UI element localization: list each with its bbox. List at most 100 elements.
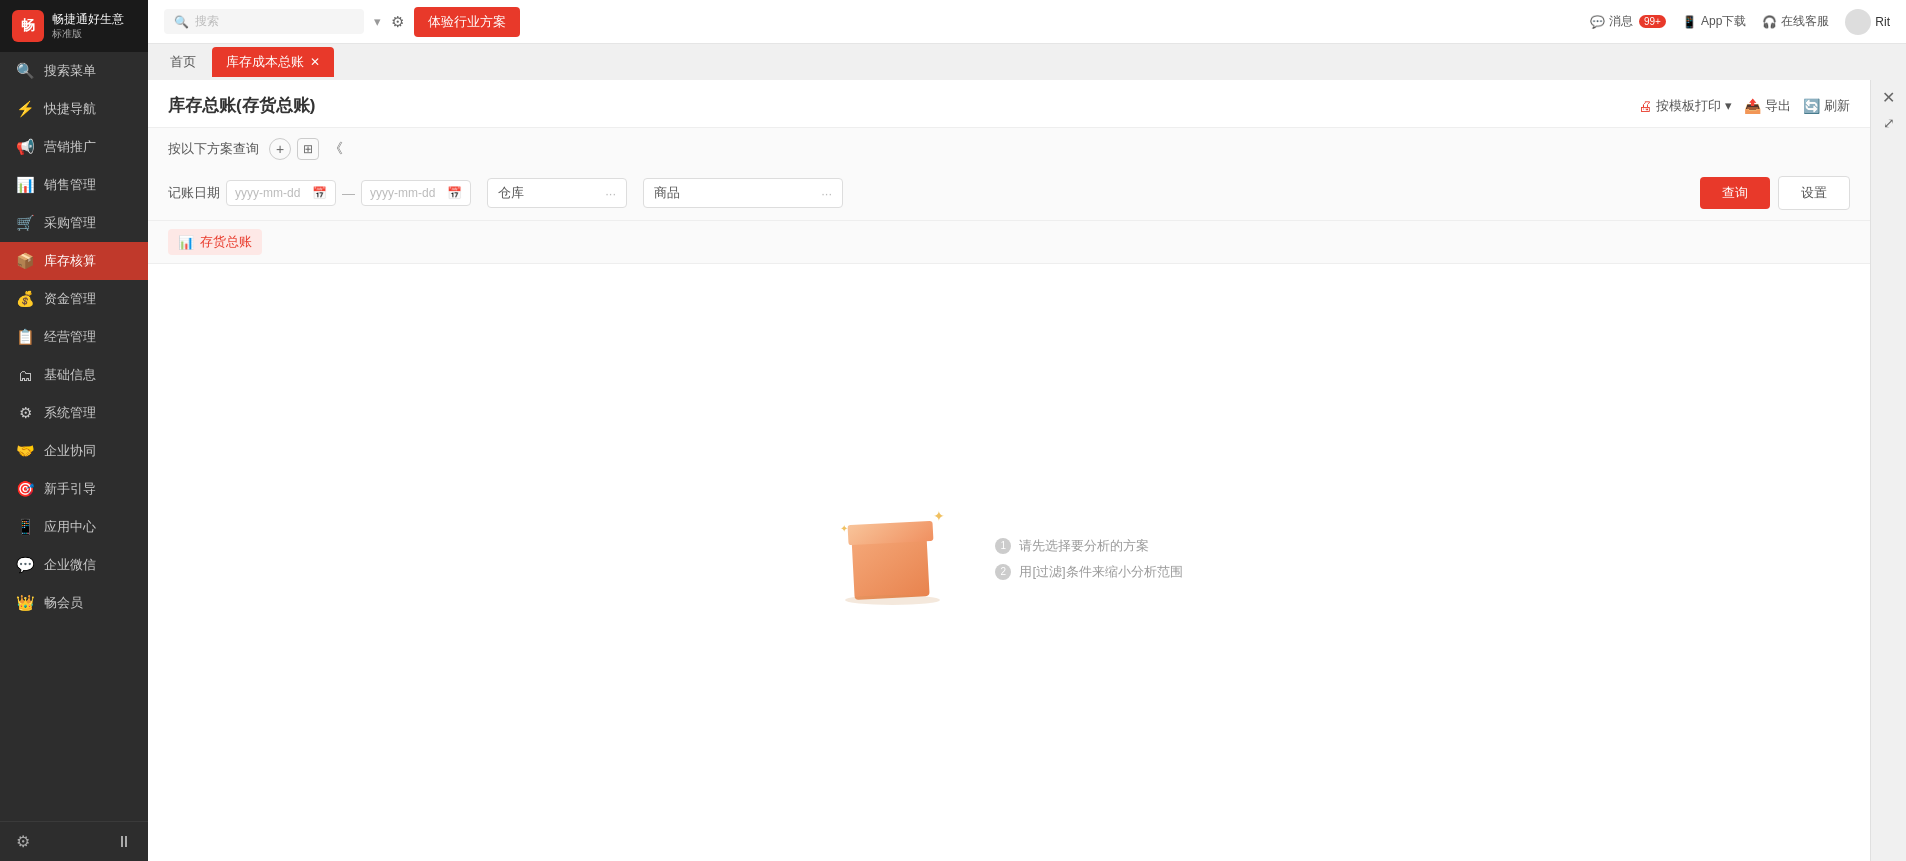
finance-icon: 💰 [16, 290, 34, 308]
query-button[interactable]: 查询 [1700, 177, 1770, 209]
product-filter-group: 商品 ··· [643, 178, 843, 208]
topbar-search[interactable]: 🔍 搜索 [164, 9, 364, 34]
sidebar-item-label: 企业协同 [44, 442, 96, 460]
print-template-button[interactable]: 🖨 按模板打印 ▾ [1638, 97, 1732, 115]
online-service-label: 在线客服 [1781, 13, 1829, 30]
sidebar-item-weixin[interactable]: 💬 企业微信 [0, 546, 148, 584]
date-start-input[interactable]: yyyy-mm-dd 📅 [226, 180, 336, 206]
app-download-label: App下载 [1701, 13, 1746, 30]
sidebar-item-appstore[interactable]: 📱 应用中心 [0, 508, 148, 546]
sidebar-nav: 🔍 搜索菜单 ⚡ 快捷导航 📢 营销推广 📊 销售管理 🛒 采购管理 📦 库存核… [0, 52, 148, 821]
scheme-icon: 📊 [178, 235, 194, 250]
box-lid [848, 520, 934, 544]
filter-right-buttons: 查询 设置 [1700, 176, 1850, 210]
warehouse-more-icon: ··· [605, 186, 616, 201]
sidebar-item-marketing[interactable]: 📢 营销推广 [0, 128, 148, 166]
sidebar-item-purchase[interactable]: 🛒 采购管理 [0, 204, 148, 242]
page-header: 库存总账(存货总账) 🖨 按模板打印 ▾ 📤 导出 🔄 刷新 [148, 80, 1870, 128]
sidebar-item-search[interactable]: 🔍 搜索菜单 [0, 52, 148, 90]
messages-button[interactable]: 💬 消息 99+ [1590, 13, 1666, 30]
export-label: 导出 [1765, 97, 1791, 115]
warehouse-filter-group: 仓库 ··· [487, 178, 627, 208]
topbar-settings-icon[interactable]: ⚙ [391, 13, 404, 31]
sidebar-item-label: 销售管理 [44, 176, 96, 194]
inventory-cost-tab-label: 库存成本总账 [226, 53, 304, 71]
search-icon: 🔍 [174, 15, 189, 29]
step-2-text: 用[过滤]条件来缩小分析范围 [1019, 563, 1182, 581]
search-text: 搜索 [195, 13, 219, 30]
sidebar-item-inventory[interactable]: 📦 库存核算 [0, 242, 148, 280]
sidebar-item-label: 系统管理 [44, 404, 96, 422]
shortcut-icon: ⚡ [16, 100, 34, 118]
refresh-button[interactable]: 🔄 刷新 [1803, 97, 1850, 115]
sidebar-item-label: 采购管理 [44, 214, 96, 232]
sidebar: 畅 畅捷通好生意 标准版 🔍 搜索菜单 ⚡ 快捷导航 📢 营销推广 📊 销售管理… [0, 0, 148, 861]
page-title: 库存总账(存货总账) [168, 94, 315, 117]
date-end-input[interactable]: yyyy-mm-dd 📅 [361, 180, 471, 206]
sidebar-item-label: 新手引导 [44, 480, 96, 498]
tab-home[interactable]: 首页 [156, 47, 210, 77]
print-icon: 🖨 [1638, 98, 1652, 114]
filter-add-button[interactable]: + [269, 138, 291, 160]
industry-solution-button[interactable]: 体验行业方案 [414, 7, 520, 37]
product-select[interactable]: 商品 ··· [643, 178, 843, 208]
calendar-end-icon: 📅 [447, 186, 462, 200]
topbar-dropdown-icon[interactable]: ▾ [374, 14, 381, 29]
user-name: Rit [1875, 15, 1890, 29]
sidebar-item-vip[interactable]: 👑 畅会员 [0, 584, 148, 622]
sidebar-item-system[interactable]: ⚙ 系统管理 [0, 394, 148, 432]
settings-button[interactable]: 设置 [1778, 176, 1850, 210]
step-1-text: 请先选择要分析的方案 [1019, 537, 1149, 555]
audio-bottom-icon[interactable]: ⏸ [116, 833, 132, 851]
app-download-button[interactable]: 📱 App下载 [1682, 13, 1746, 30]
sidebar-item-finance[interactable]: 💰 资金管理 [0, 280, 148, 318]
page-header-actions: 🖨 按模板打印 ▾ 📤 导出 🔄 刷新 [1638, 97, 1850, 115]
product-label: 商品 [654, 184, 680, 202]
home-tab-label: 首页 [170, 53, 196, 71]
content-wrapper: 库存总账(存货总账) 🖨 按模板打印 ▾ 📤 导出 🔄 刷新 [148, 80, 1906, 861]
app-version: 标准版 [52, 27, 124, 41]
purchase-icon: 🛒 [16, 214, 34, 232]
sidebar-item-sales[interactable]: 📊 销售管理 [0, 166, 148, 204]
calendar-start-icon: 📅 [312, 186, 327, 200]
tabbar: 首页 库存成本总账 ✕ [148, 44, 1906, 80]
settings-bottom-icon[interactable]: ⚙ [16, 832, 30, 851]
filter-collapse-button[interactable]: 《 [329, 140, 343, 158]
logo-icon: 畅 [12, 10, 44, 42]
sidebar-item-label: 企业微信 [44, 556, 96, 574]
phone-icon: 📱 [1682, 15, 1697, 29]
system-icon: ⚙ [16, 404, 34, 422]
refresh-label: 刷新 [1824, 97, 1850, 115]
date-label: 记账日期 [168, 184, 220, 202]
app-logo: 畅 畅捷通好生意 标准版 [0, 0, 148, 52]
messages-label: 消息 [1609, 13, 1633, 30]
tab-close-icon[interactable]: ✕ [310, 55, 320, 69]
right-panel-expand-button[interactable]: ⤢ [1883, 115, 1895, 131]
scheme-list: 📊 存货总账 [148, 221, 1870, 264]
right-panel-close-button[interactable]: ✕ [1882, 88, 1895, 107]
warehouse-select[interactable]: 仓库 ··· [487, 178, 627, 208]
sidebar-item-shortcut[interactable]: ⚡ 快捷导航 [0, 90, 148, 128]
sidebar-item-label: 库存核算 [44, 252, 96, 270]
topbar: 🔍 搜索 ▾ ⚙ 体验行业方案 💬 消息 99+ 📱 App下载 🎧 在线客服 … [148, 0, 1906, 44]
scheme-label: 存货总账 [200, 233, 252, 251]
date-end-placeholder: yyyy-mm-dd [370, 186, 435, 200]
sidebar-item-newbie[interactable]: 🎯 新手引导 [0, 470, 148, 508]
filter-scheme-button[interactable]: ⊞ [297, 138, 319, 160]
date-filter-group: 记账日期 yyyy-mm-dd 📅 — yyyy-mm-dd 📅 [168, 180, 471, 206]
online-service-button[interactable]: 🎧 在线客服 [1762, 13, 1829, 30]
sidebar-item-enterprise[interactable]: 🤝 企业协同 [0, 432, 148, 470]
app-name: 畅捷通好生意 [52, 11, 124, 28]
box-shadow [845, 595, 940, 605]
tab-inventory-cost[interactable]: 库存成本总账 ✕ [212, 47, 334, 77]
refresh-icon: 🔄 [1803, 98, 1820, 114]
user-profile[interactable]: Rit [1845, 9, 1890, 35]
sidebar-item-basic[interactable]: 🗂 基础信息 [0, 356, 148, 394]
scheme-item-inventory-ledger[interactable]: 📊 存货总账 [168, 229, 262, 255]
filter-fields: 记账日期 yyyy-mm-dd 📅 — yyyy-mm-dd 📅 仓库 ··· [148, 166, 1870, 221]
product-more-icon: ··· [821, 186, 832, 201]
export-button[interactable]: 📤 导出 [1744, 97, 1791, 115]
sidebar-bottom: ⚙ ⏸ [0, 821, 148, 861]
sidebar-item-label: 搜索菜单 [44, 62, 96, 80]
sidebar-item-operations[interactable]: 📋 经营管理 [0, 318, 148, 356]
